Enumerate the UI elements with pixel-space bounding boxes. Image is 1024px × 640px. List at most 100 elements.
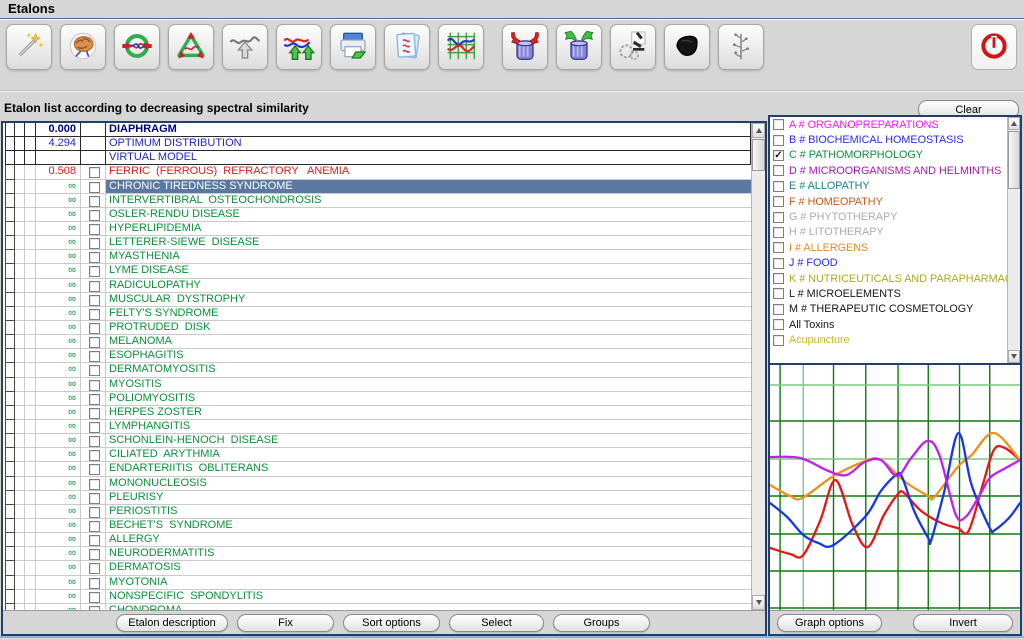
- row-checkbox[interactable]: [89, 549, 100, 561]
- etalon-row[interactable]: ∞ ESOPHAGITIS: [5, 349, 751, 364]
- category-item[interactable]: Acupuncture: [770, 332, 1020, 347]
- meta-etalon-grid-graph-button[interactable]: [438, 24, 484, 70]
- etalon-row[interactable]: ∞ PROTRUDED DISK: [5, 320, 751, 336]
- category-item[interactable]: I # ALLERGENS: [770, 240, 1020, 255]
- etalon-row[interactable]: 0.508 FERRIC (FERROUS) REFRACTORY ANEMIA: [5, 165, 751, 180]
- row-checkbox[interactable]: [89, 238, 100, 250]
- category-checkbox[interactable]: [773, 196, 784, 208]
- etalon-row[interactable]: ∞ MYOTONIA: [5, 575, 751, 590]
- row-checkbox[interactable]: [89, 322, 100, 334]
- row-checkbox[interactable]: [89, 280, 100, 292]
- etalon-row[interactable]: ∞ DERMATOSIS: [5, 561, 751, 576]
- etalon-row[interactable]: ∞ MUSCULAR DYSTROPHY: [5, 292, 751, 307]
- category-item[interactable]: K # NUTRICEUTICALS AND PARAPHARMACEUTICA…: [770, 271, 1020, 286]
- category-checkbox[interactable]: [773, 226, 784, 238]
- row-checkbox[interactable]: [89, 195, 100, 207]
- category-item[interactable]: G # PHYTOTHERAPY: [770, 209, 1020, 224]
- etalon-row[interactable]: ∞ RADICULOPATHY: [5, 278, 751, 293]
- brain-analysis-button[interactable]: [60, 24, 106, 70]
- etalon-graphs-compare-button[interactable]: [276, 24, 322, 70]
- category-checkbox[interactable]: [773, 242, 784, 254]
- row-checkbox[interactable]: [89, 407, 100, 419]
- scrollbar-thumb[interactable]: [752, 139, 765, 171]
- row-checkbox[interactable]: [89, 506, 100, 518]
- category-checkbox[interactable]: [773, 211, 784, 223]
- row-checkbox[interactable]: [89, 535, 100, 547]
- category-checkbox[interactable]: [773, 303, 784, 315]
- invert-button[interactable]: Invert: [913, 613, 1013, 632]
- category-checkbox[interactable]: [773, 257, 784, 269]
- etalon-row[interactable]: ∞ LETTERER-SIEWE DISEASE: [5, 236, 751, 251]
- row-checkbox[interactable]: [89, 421, 100, 433]
- etalon-row[interactable]: ∞ OSLER-RENDU DISEASE: [5, 207, 751, 222]
- category-item[interactable]: All Toxins: [770, 317, 1020, 332]
- select-button[interactable]: Select: [449, 613, 544, 632]
- etalon-row[interactable]: ∞ DERMATOMYOSITIS: [5, 363, 751, 378]
- fix-button[interactable]: Fix: [237, 613, 334, 632]
- take-from-container-button[interactable]: [556, 24, 602, 70]
- category-item[interactable]: E # ALLOPATHY: [770, 179, 1020, 194]
- category-item[interactable]: B # BIOCHEMICAL HOMEOSTASIS: [770, 132, 1020, 147]
- etalon-row[interactable]: ∞ BECHET'S SYNDROME: [5, 518, 751, 534]
- row-checkbox[interactable]: [89, 393, 100, 405]
- etalon-row[interactable]: ∞ HYPERLIPIDEMIA: [5, 221, 751, 237]
- category-checkbox[interactable]: [773, 180, 784, 192]
- etalon-list-scrollbar[interactable]: [751, 123, 765, 610]
- etalon-graph-gray-button[interactable]: [222, 24, 268, 70]
- scroll-up-button[interactable]: [752, 123, 765, 138]
- category-checkbox[interactable]: [773, 273, 784, 285]
- scrollbar-thumb[interactable]: [1008, 131, 1020, 189]
- category-checkbox[interactable]: [773, 319, 784, 331]
- etalon-row[interactable]: VIRTUAL MODEL: [5, 151, 751, 166]
- row-checkbox[interactable]: [89, 223, 100, 235]
- row-checkbox[interactable]: [89, 492, 100, 504]
- row-checkbox[interactable]: [89, 436, 100, 448]
- etalon-row[interactable]: ∞ PLEURISY: [5, 490, 751, 505]
- print-graph-button[interactable]: [330, 24, 376, 70]
- etalon-row[interactable]: ∞ FELTY'S SYNDROME: [5, 306, 751, 321]
- etalon-row[interactable]: ∞ CILIATED ARYTHMIA: [5, 448, 751, 463]
- category-item[interactable]: H # LITOTHERAPY: [770, 225, 1020, 240]
- row-checkbox[interactable]: [89, 464, 100, 476]
- row-checkbox[interactable]: [89, 351, 100, 363]
- row-checkbox[interactable]: [89, 181, 100, 193]
- row-checkbox[interactable]: [89, 209, 100, 221]
- exit-button[interactable]: [971, 24, 1017, 70]
- category-checkbox[interactable]: [773, 334, 784, 346]
- etalon-row[interactable]: 0.000 DIAPHRAGM: [5, 123, 751, 138]
- etalon-row[interactable]: ∞ POLIOMYOSITIS: [5, 391, 751, 406]
- category-item[interactable]: F # HOMEOPATHY: [770, 194, 1020, 209]
- micro-analysis-button[interactable]: [610, 24, 656, 70]
- category-checkbox[interactable]: [773, 119, 784, 131]
- category-list-scrollbar[interactable]: [1007, 117, 1020, 363]
- category-item[interactable]: A # ORGANOPREPARATIONS: [770, 117, 1020, 132]
- category-checkbox[interactable]: ✓: [773, 149, 784, 161]
- compare-rings-button[interactable]: [114, 24, 160, 70]
- row-checkbox[interactable]: [89, 252, 100, 264]
- scroll-up-button[interactable]: [1008, 117, 1020, 130]
- etalon-row[interactable]: ∞ ALLERGY: [5, 533, 751, 548]
- category-checkbox[interactable]: [773, 288, 784, 300]
- row-checkbox[interactable]: [89, 379, 100, 391]
- magic-wand-button[interactable]: [6, 24, 52, 70]
- row-checkbox[interactable]: [89, 591, 100, 603]
- row-checkbox[interactable]: [89, 308, 100, 320]
- row-checkbox[interactable]: [89, 478, 100, 490]
- etalon-row[interactable]: ∞ MYOSITIS: [5, 377, 751, 392]
- etalon-row[interactable]: ∞ NEURODERMATITIS: [5, 547, 751, 562]
- litho-analysis-button[interactable]: [664, 24, 710, 70]
- category-item[interactable]: M # THERAPEUTIC COSMETOLOGY: [770, 302, 1020, 317]
- etalon-row[interactable]: ∞ NONSPECIFIC SPONDYLITIS: [5, 589, 751, 604]
- vegeto-test-button[interactable]: [168, 24, 214, 70]
- etalon-row[interactable]: ∞ ENDARTERIITIS OBLITERANS: [5, 462, 751, 477]
- row-checkbox[interactable]: [89, 520, 100, 532]
- category-checkbox[interactable]: [773, 165, 784, 177]
- etalon-row[interactable]: ∞ CHRONIC TIREDNESS SYNDROME: [5, 179, 751, 194]
- row-checkbox[interactable]: [89, 450, 100, 462]
- etalon-row[interactable]: ∞ LYME DISEASE: [5, 264, 751, 279]
- etalon-row[interactable]: ∞ PERIOSTITIS: [5, 504, 751, 519]
- sort-options-button[interactable]: Sort options: [343, 613, 440, 632]
- row-checkbox[interactable]: [89, 266, 100, 278]
- row-checkbox[interactable]: [89, 337, 100, 349]
- etalon-row[interactable]: ∞ SCHONLEIN-HENOCH DISEASE: [5, 434, 751, 449]
